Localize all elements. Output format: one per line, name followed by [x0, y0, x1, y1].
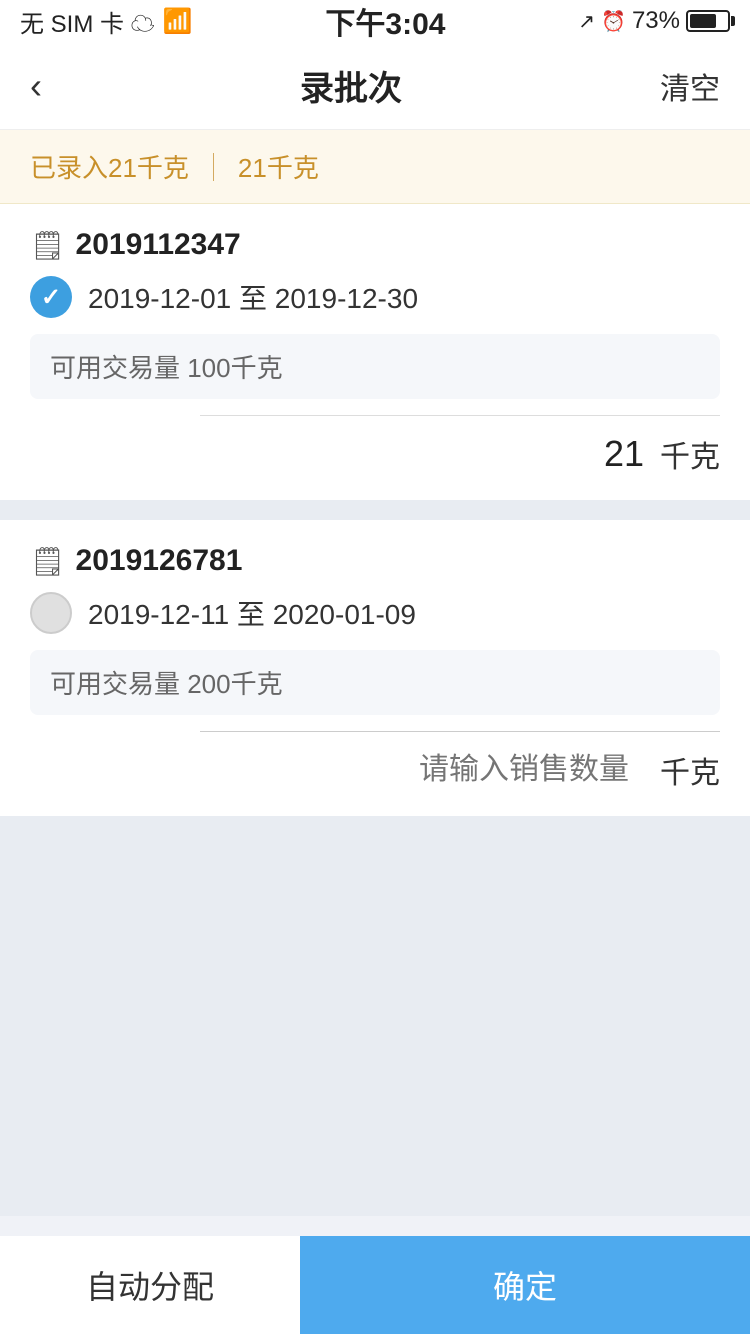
batch-1-qty-row: 21 千克 [0, 416, 750, 500]
status-bar: 无 SIM 卡 ☁ 📶 下午3:04 ↗ ⏰ 73% [0, 0, 750, 42]
banner-divider [213, 153, 214, 181]
battery-percent: 73% [632, 7, 680, 35]
batch-2-radio[interactable] [30, 592, 72, 634]
status-time: 下午3:04 [325, 0, 445, 43]
batch-2-unit: 千克 [660, 748, 720, 792]
batch-1-header: 🗒 2019112347 [0, 204, 750, 270]
batch-item-1: 🗒 2019112347 ✓ 2019-12-01 至 2019-12-30 可… [0, 204, 750, 500]
batch-1-date-row[interactable]: ✓ 2019-12-01 至 2019-12-30 [0, 270, 750, 324]
batch-1-availability: 可用交易量 100千克 [30, 334, 720, 399]
page-title: 录批次 [300, 61, 402, 110]
batch-1-quantity: 21 [604, 433, 644, 475]
checkmark-icon: ✓ [41, 283, 61, 312]
batch-2-date: 2019-12-11 至 2020-01-09 [88, 593, 416, 633]
batch-2-date-row[interactable]: 2019-12-11 至 2020-01-09 [0, 586, 750, 640]
batch-2-qty-input[interactable] [30, 753, 644, 787]
no-sim-text: 无 SIM 卡 ☁ [20, 4, 155, 39]
status-right: ↗ ⏰ 73% [578, 7, 730, 35]
status-left: 无 SIM 卡 ☁ 📶 [20, 4, 193, 39]
batch-2-input-row[interactable]: 千克 [0, 732, 750, 816]
batch-2-id: 2019126781 [76, 544, 243, 578]
batch-2-icon: 🗒 [30, 545, 66, 578]
nav-bar: ‹ 录批次 清空 [0, 42, 750, 130]
section-separator-2 [0, 816, 750, 1216]
batch-1-radio[interactable]: ✓ [30, 276, 72, 318]
battery-icon [686, 10, 730, 32]
batch-1-id: 2019112347 [76, 228, 241, 262]
bottom-bar: 自动分配 确定 [0, 1236, 750, 1334]
alarm-icon: ⏰ [601, 9, 626, 34]
confirm-button[interactable]: 确定 [300, 1236, 750, 1334]
clear-button[interactable]: 清空 [660, 64, 720, 108]
info-banner: 已录入21千克 21千克 [0, 130, 750, 204]
batch-1-unit: 千克 [660, 432, 720, 476]
section-separator-1 [0, 500, 750, 520]
total-text: 21千克 [238, 148, 319, 185]
wifi-icon: 📶 [163, 7, 193, 36]
auto-distribute-button[interactable]: 自动分配 [0, 1236, 300, 1334]
batch-1-icon: 🗒 [30, 229, 66, 262]
location-icon: ↗ [578, 9, 595, 34]
batch-item-2: 🗒 2019126781 2019-12-11 至 2020-01-09 可用交… [0, 520, 750, 816]
batch-2-availability: 可用交易量 200千克 [30, 650, 720, 715]
batch-2-header: 🗒 2019126781 [0, 520, 750, 586]
batch-1-date: 2019-12-01 至 2019-12-30 [88, 277, 418, 317]
back-button[interactable]: ‹ [30, 65, 42, 107]
recorded-text: 已录入21千克 [30, 148, 189, 185]
